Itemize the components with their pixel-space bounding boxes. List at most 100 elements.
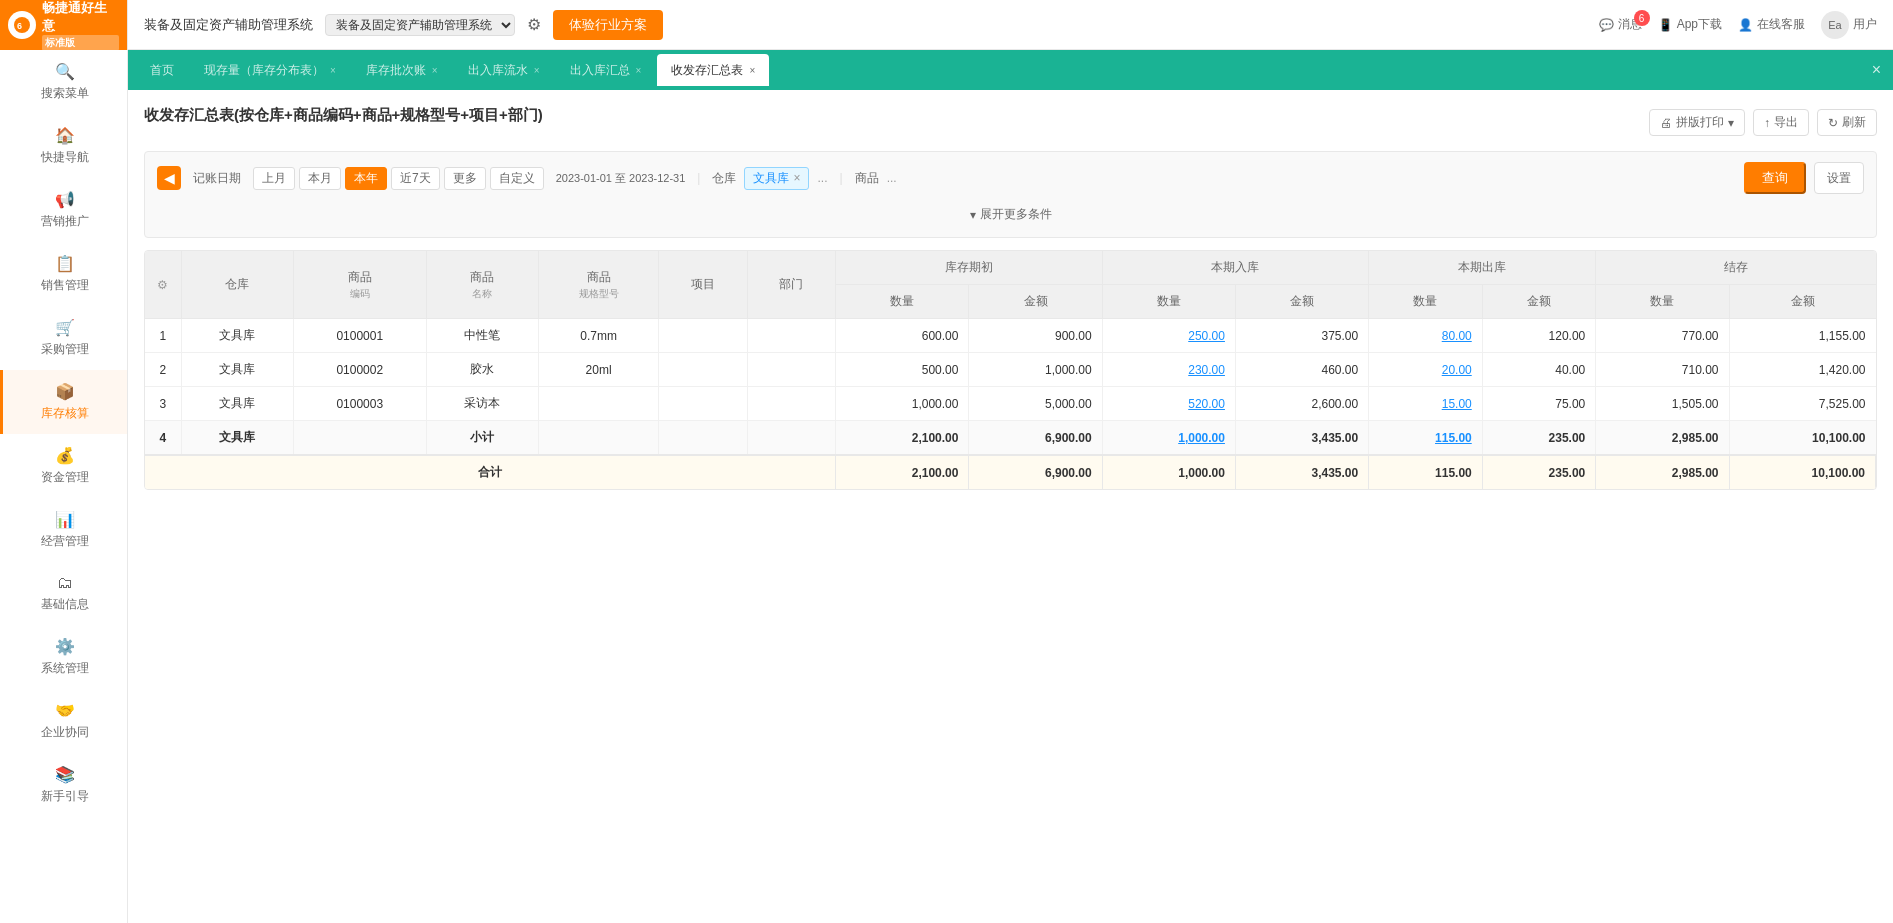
cell-in-qty[interactable]: 230.00 [1102, 353, 1235, 387]
th-out-qty: 数量 [1369, 285, 1483, 319]
footer-in-qty: 1,000.00 [1102, 455, 1235, 489]
tab-inout-summary[interactable]: 出入库汇总 × [556, 54, 656, 86]
date-btn-last-month[interactable]: 上月 [253, 167, 295, 190]
home-icon: 🏠 [55, 126, 75, 145]
th-goods-code: 商品编码 [293, 251, 426, 319]
tab-close-icon[interactable]: × [534, 65, 540, 76]
cell-out-qty[interactable]: 20.00 [1369, 353, 1483, 387]
app-name: 畅捷通好生意 [42, 0, 119, 35]
system-title: 装备及固定资产辅助管理系统 [144, 16, 313, 34]
table-header-group: ⚙ 仓库 商品编码 商品名称 商品规格型号 项目 部门 库存期初 本期入库 本期… [145, 251, 1876, 285]
sidebar-item-marketing[interactable]: 📢 营销推广 [0, 178, 127, 242]
cell-warehouse: 文具库 [181, 387, 293, 421]
user-menu[interactable]: Ea 用户 [1821, 11, 1877, 39]
sidebar-item-system[interactable]: ⚙️ 系统管理 [0, 625, 127, 689]
sidebar-item-sales[interactable]: 📋 销售管理 [0, 242, 127, 306]
page-content: 收发存汇总表(按仓库+商品编码+商品+规格型号+项目+部门) 🖨 拼版打印 ▾ … [128, 90, 1893, 923]
tab-home[interactable]: 首页 [136, 54, 188, 86]
tab-inventory-dist[interactable]: 现存量（库存分布表） × [190, 54, 350, 86]
gear-icon[interactable]: ⚙ [527, 15, 541, 34]
cell-out-qty[interactable]: 115.00 [1369, 421, 1483, 456]
finance-icon: 💰 [55, 446, 75, 465]
th-settings: ⚙ [145, 251, 181, 319]
refresh-btn[interactable]: ↻ 刷新 [1817, 109, 1877, 136]
sidebar-item-finance[interactable]: 💰 资金管理 [0, 434, 127, 498]
column-settings-icon[interactable]: ⚙ [157, 278, 168, 292]
export-btn[interactable]: ↑ 导出 [1753, 109, 1809, 136]
warehouse-tag: 文具库 × [744, 167, 809, 190]
sidebar-item-inventory[interactable]: 📦 库存核算 [0, 370, 127, 434]
sidebar-item-label: 采购管理 [41, 341, 89, 358]
filter-collapse-btn[interactable]: ◀ [157, 166, 181, 190]
cell-out-qty[interactable]: 15.00 [1369, 387, 1483, 421]
cell-opening-qty: 500.00 [836, 353, 969, 387]
app-download-label: App下载 [1677, 16, 1722, 33]
online-service-btn[interactable]: 👤 在线客服 [1738, 16, 1805, 33]
search-icon: 🔍 [55, 62, 75, 81]
sidebar-item-enterprise[interactable]: 🤝 企业协同 [0, 689, 127, 753]
footer-opening-amount: 6,900.00 [969, 455, 1102, 489]
settings-btn[interactable]: 设置 [1814, 162, 1864, 194]
experience-btn[interactable]: 体验行业方案 [553, 10, 663, 40]
cell-index: 3 [145, 387, 181, 421]
cart-icon: 🛒 [55, 318, 75, 337]
cell-department [747, 421, 836, 456]
system-dropdown[interactable]: 装备及固定资产辅助管理系统 [325, 14, 515, 36]
table-row: 1 文具库 0100001 中性笔 0.7mm 600.00 900.00 25… [145, 319, 1876, 353]
guide-icon: 📚 [55, 765, 75, 784]
tab-batch-account[interactable]: 库存批次账 × [352, 54, 452, 86]
cell-goods-name: 中性笔 [426, 319, 538, 353]
cell-in-amount: 2,600.00 [1235, 387, 1368, 421]
tab-close-icon[interactable]: × [636, 65, 642, 76]
user-label: 用户 [1853, 16, 1877, 33]
tab-inout-flow[interactable]: 出入库流水 × [454, 54, 554, 86]
cell-in-amount: 3,435.00 [1235, 421, 1368, 456]
tab-close-icon[interactable]: × [749, 65, 755, 76]
app-download-btn[interactable]: 📱 App下载 [1658, 16, 1722, 33]
messages-btn[interactable]: 💬 消息 6 [1599, 16, 1642, 33]
sidebar-item-label: 基础信息 [41, 596, 89, 613]
warehouse-remove-btn[interactable]: × [793, 171, 800, 185]
footer-in-amount: 3,435.00 [1235, 455, 1368, 489]
cell-in-qty[interactable]: 250.00 [1102, 319, 1235, 353]
th-goods-name: 商品名称 [426, 251, 538, 319]
th-goods-spec: 商品规格型号 [539, 251, 659, 319]
sidebar-item-operations[interactable]: 📊 经营管理 [0, 498, 127, 562]
sidebar-item-label: 搜索菜单 [41, 85, 89, 102]
sidebar-item-search[interactable]: 🔍 搜索菜单 [0, 50, 127, 114]
date-btn-more[interactable]: 更多 [444, 167, 486, 190]
sidebar-item-purchase[interactable]: 🛒 采购管理 [0, 306, 127, 370]
sidebar-item-guide[interactable]: 📚 新手引导 [0, 753, 127, 817]
sidebar-item-basic-info[interactable]: 🗂 基础信息 [0, 562, 127, 625]
main-content: 装备及固定资产辅助管理系统 装备及固定资产辅助管理系统 ⚙ 体验行业方案 💬 消… [128, 0, 1893, 923]
svg-text:6: 6 [17, 21, 22, 31]
date-btn-this-month[interactable]: 本月 [299, 167, 341, 190]
cell-balance-qty: 1,505.00 [1596, 387, 1729, 421]
tab-close-icon[interactable]: × [330, 65, 336, 76]
cell-opening-amount: 900.00 [969, 319, 1102, 353]
date-btn-this-year[interactable]: 本年 [345, 167, 387, 190]
cell-goods-name: 胶水 [426, 353, 538, 387]
goods-more-btn[interactable]: ... [887, 171, 897, 185]
cell-department [747, 319, 836, 353]
sidebar-item-quick-nav[interactable]: 🏠 快捷导航 [0, 114, 127, 178]
print-btn[interactable]: 🖨 拼版打印 ▾ [1649, 109, 1745, 136]
tab-label: 现存量（库存分布表） [204, 62, 324, 79]
warehouse-more-btn[interactable]: ... [817, 171, 827, 185]
tabbar-close-btn[interactable]: × [1868, 57, 1885, 83]
date-btn-custom[interactable]: 自定义 [490, 167, 544, 190]
sidebar-item-label: 新手引导 [41, 788, 89, 805]
cell-in-qty[interactable]: 520.00 [1102, 387, 1235, 421]
tab-receive-summary[interactable]: 收发存汇总表 × [657, 54, 769, 86]
cell-out-qty[interactable]: 80.00 [1369, 319, 1483, 353]
footer-balance-amount: 10,100.00 [1729, 455, 1875, 489]
cell-in-qty[interactable]: 1,000.00 [1102, 421, 1235, 456]
message-icon: 💬 [1599, 18, 1614, 32]
query-btn[interactable]: 查询 [1744, 162, 1806, 194]
date-btn-7days[interactable]: 近7天 [391, 167, 440, 190]
cell-project [659, 387, 748, 421]
tab-close-icon[interactable]: × [432, 65, 438, 76]
expand-conditions-btn[interactable]: ▾ 展开更多条件 [962, 202, 1060, 227]
date-group: 上月 本月 本年 近7天 更多 自定义 [253, 167, 544, 190]
page: 收发存汇总表(按仓库+商品编码+商品+规格型号+项目+部门) 🖨 拼版打印 ▾ … [128, 90, 1893, 923]
